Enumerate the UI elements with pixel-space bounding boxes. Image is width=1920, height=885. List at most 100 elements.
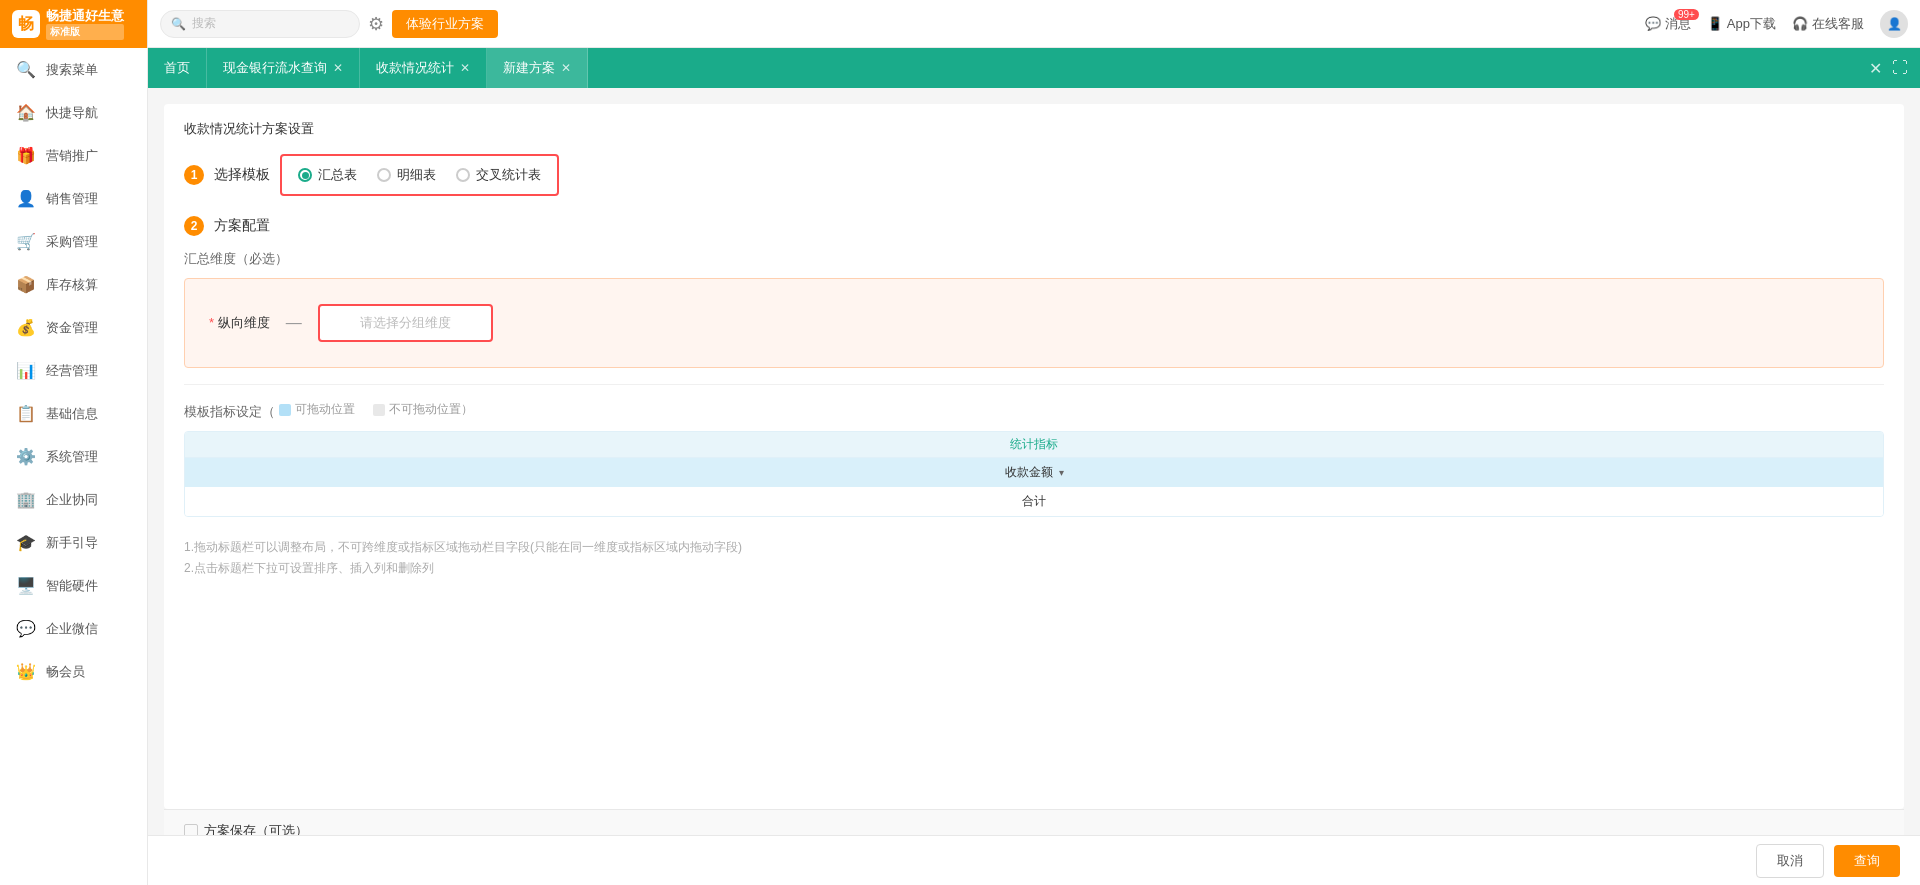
page-title: 收款情况统计方案设置 <box>184 120 1884 138</box>
tab-bank-close[interactable]: ✕ <box>333 61 343 75</box>
tab-receipt-label: 收款情况统计 <box>376 59 454 77</box>
tab-bank[interactable]: 现金银行流水查询 ✕ <box>207 48 360 88</box>
hint-blue-box <box>279 404 291 416</box>
box-icon: 📦 <box>16 275 36 294</box>
logo-icon: 畅 <box>12 10 40 38</box>
step1-badge: 1 <box>184 165 204 185</box>
download-icon: 📱 <box>1707 16 1723 31</box>
gear-icon: ⚙️ <box>16 447 36 466</box>
sidebar-item-system[interactable]: ⚙️ 系统管理 <box>0 435 147 478</box>
sidebar-item-enterprise[interactable]: 🏢 企业协同 <box>0 478 147 521</box>
message-button[interactable]: 💬 消息 99+ <box>1645 15 1691 33</box>
search-bar[interactable]: 🔍 搜索 <box>160 10 360 38</box>
tab-new-plan[interactable]: 新建方案 ✕ <box>487 48 588 88</box>
money-icon: 💰 <box>16 318 36 337</box>
dim-select-button[interactable]: 请选择分组维度 <box>318 304 493 342</box>
sidebar-item-quick-nav[interactable]: 🏠 快捷导航 <box>0 91 147 134</box>
sidebar-label-enterprise: 企业协同 <box>46 491 98 509</box>
tab-new-plan-close[interactable]: ✕ <box>561 61 571 75</box>
tab-receipt-stat[interactable]: 收款情况统计 ✕ <box>360 48 487 88</box>
logo-badge: 标准版 <box>46 24 124 40</box>
logo-name: 畅捷通好生意 <box>46 8 124 24</box>
tips-section: 1.拖动标题栏可以调整布局，不可跨维度或指标区域拖动栏目字段(只能在同一维度或指… <box>184 537 1884 580</box>
user-avatar[interactable]: 👤 <box>1880 10 1908 38</box>
search-icon: 🔍 <box>16 60 36 79</box>
sidebar-logo: 畅 畅捷通好生意 标准版 <box>0 0 147 48</box>
radio-cross-label: 交叉统计表 <box>476 166 541 184</box>
radio-detail[interactable]: 明细表 <box>377 166 436 184</box>
sidebar-item-basic[interactable]: 📋 基础信息 <box>0 392 147 435</box>
sidebar-item-sales[interactable]: 👤 销售管理 <box>0 177 147 220</box>
sidebar-label-member: 畅会员 <box>46 663 85 681</box>
radio-summary-label: 汇总表 <box>318 166 357 184</box>
sidebar-item-wechat[interactable]: 💬 企业微信 <box>0 607 147 650</box>
stats-category-header: 统计指标 <box>185 432 1883 458</box>
app-download-button[interactable]: 📱 App下载 <box>1707 15 1776 33</box>
tab-bar: 首页 现金银行流水查询 ✕ 收款情况统计 ✕ 新建方案 ✕ ✕ ⛶ <box>148 48 1920 88</box>
sidebar-item-member[interactable]: 👑 畅会员 <box>0 650 147 693</box>
radio-summary-circle <box>298 168 312 182</box>
sidebar-label-quick-nav: 快捷导航 <box>46 104 98 122</box>
tip-line-2: 2.点击标题栏下拉可设置排序、插入列和删除列 <box>184 558 1884 580</box>
tip-line-1: 1.拖动标题栏可以调整布局，不可跨维度或指标区域拖动栏目字段(只能在同一维度或指… <box>184 537 1884 559</box>
sidebar-item-newbie[interactable]: 🎓 新手引导 <box>0 521 147 564</box>
tip-text-2: 2.点击标题栏下拉可设置排序、插入列和删除列 <box>184 558 434 580</box>
tab-expand-icon[interactable]: ⛶ <box>1892 59 1908 77</box>
message-icon: 💬 <box>1645 16 1661 31</box>
grad-icon: 🎓 <box>16 533 36 552</box>
online-service-button[interactable]: 🎧 在线客服 <box>1792 15 1864 33</box>
sidebar-label-operation: 经营管理 <box>46 362 98 380</box>
radio-detail-circle <box>377 168 391 182</box>
tab-home[interactable]: 首页 <box>148 48 207 88</box>
sidebar-item-finance[interactable]: 💰 资金管理 <box>0 306 147 349</box>
config-section: 汇总维度（必选） * 纵向维度 — 请选择分组维度 模板指标设定（ <box>184 250 1884 580</box>
sidebar-label-newbie: 新手引导 <box>46 534 98 552</box>
tab-close-all-icon[interactable]: ✕ <box>1869 59 1882 78</box>
fixed-hint: 不可拖动位置） <box>373 401 473 418</box>
radio-cross[interactable]: 交叉统计表 <box>456 166 541 184</box>
chart-icon: 📊 <box>16 361 36 380</box>
stats-box-container: 统计指标 收款金额 ▾ 合计 <box>184 431 1884 517</box>
sidebar-nav: 🔍 搜索菜单 🏠 快捷导航 🎁 营销推广 👤 销售管理 🛒 采购管理 📦 库存核… <box>0 48 147 885</box>
template-selection-box: 汇总表 明细表 交叉统计表 <box>280 154 559 196</box>
step1-label: 选择模板 <box>214 166 270 184</box>
monitor-icon: 🖥️ <box>16 576 36 595</box>
sidebar-label-basic: 基础信息 <box>46 405 98 423</box>
header-left: 🔍 搜索 ⚙ 体验行业方案 <box>160 10 498 38</box>
sidebar: 畅 畅捷通好生意 标准版 🔍 搜索菜单 🏠 快捷导航 🎁 营销推广 👤 销售管理… <box>0 0 148 885</box>
home-icon: 🏠 <box>16 103 36 122</box>
tab-receipt-close[interactable]: ✕ <box>460 61 470 75</box>
hint-gray-box <box>373 404 385 416</box>
sidebar-item-marketing[interactable]: 🎁 营销推广 <box>0 134 147 177</box>
settings-icon[interactable]: ⚙ <box>368 13 384 35</box>
stats-tag-amount[interactable]: 收款金额 ▾ <box>185 458 1883 487</box>
service-icon: 🎧 <box>1792 16 1808 31</box>
tip-text-1: 1.拖动标题栏可以调整布局，不可跨维度或指标区域拖动栏目字段(只能在同一维度或指… <box>184 537 742 559</box>
query-button[interactable]: 查询 <box>1834 845 1900 877</box>
list-icon: 📋 <box>16 404 36 423</box>
main-content: 收款情况统计方案设置 1 选择模板 汇总表 <box>148 88 1920 885</box>
sidebar-label-inventory: 库存核算 <box>46 276 98 294</box>
sidebar-label-purchase: 采购管理 <box>46 233 98 251</box>
sidebar-item-search[interactable]: 🔍 搜索菜单 <box>0 48 147 91</box>
sidebar-item-inventory[interactable]: 📦 库存核算 <box>0 263 147 306</box>
sidebar-item-purchase[interactable]: 🛒 采购管理 <box>0 220 147 263</box>
search-placeholder: 搜索 <box>192 15 216 32</box>
search-icon: 🔍 <box>171 17 186 31</box>
stats-category-box: 统计指标 收款金额 ▾ 合计 <box>184 431 1884 517</box>
sidebar-label-marketing: 营销推广 <box>46 147 98 165</box>
draggable-hint: 可拖动位置 <box>279 401 355 418</box>
gift-icon: 🎁 <box>16 146 36 165</box>
step1-header: 1 选择模板 汇总表 明细表 <box>184 154 1884 196</box>
message-badge: 99+ <box>1674 9 1699 20</box>
sidebar-label-system: 系统管理 <box>46 448 98 466</box>
dim-section-label: 汇总维度（必选） <box>184 250 1884 268</box>
sidebar-item-hardware[interactable]: 🖥️ 智能硬件 <box>0 564 147 607</box>
sidebar-item-operation[interactable]: 📊 经营管理 <box>0 349 147 392</box>
step2-label: 方案配置 <box>214 217 270 235</box>
stats-tag-label: 收款金额 <box>1005 464 1053 481</box>
cart-icon: 🛒 <box>16 232 36 251</box>
trial-button[interactable]: 体验行业方案 <box>392 10 498 38</box>
cancel-button[interactable]: 取消 <box>1756 844 1824 878</box>
radio-summary[interactable]: 汇总表 <box>298 166 357 184</box>
